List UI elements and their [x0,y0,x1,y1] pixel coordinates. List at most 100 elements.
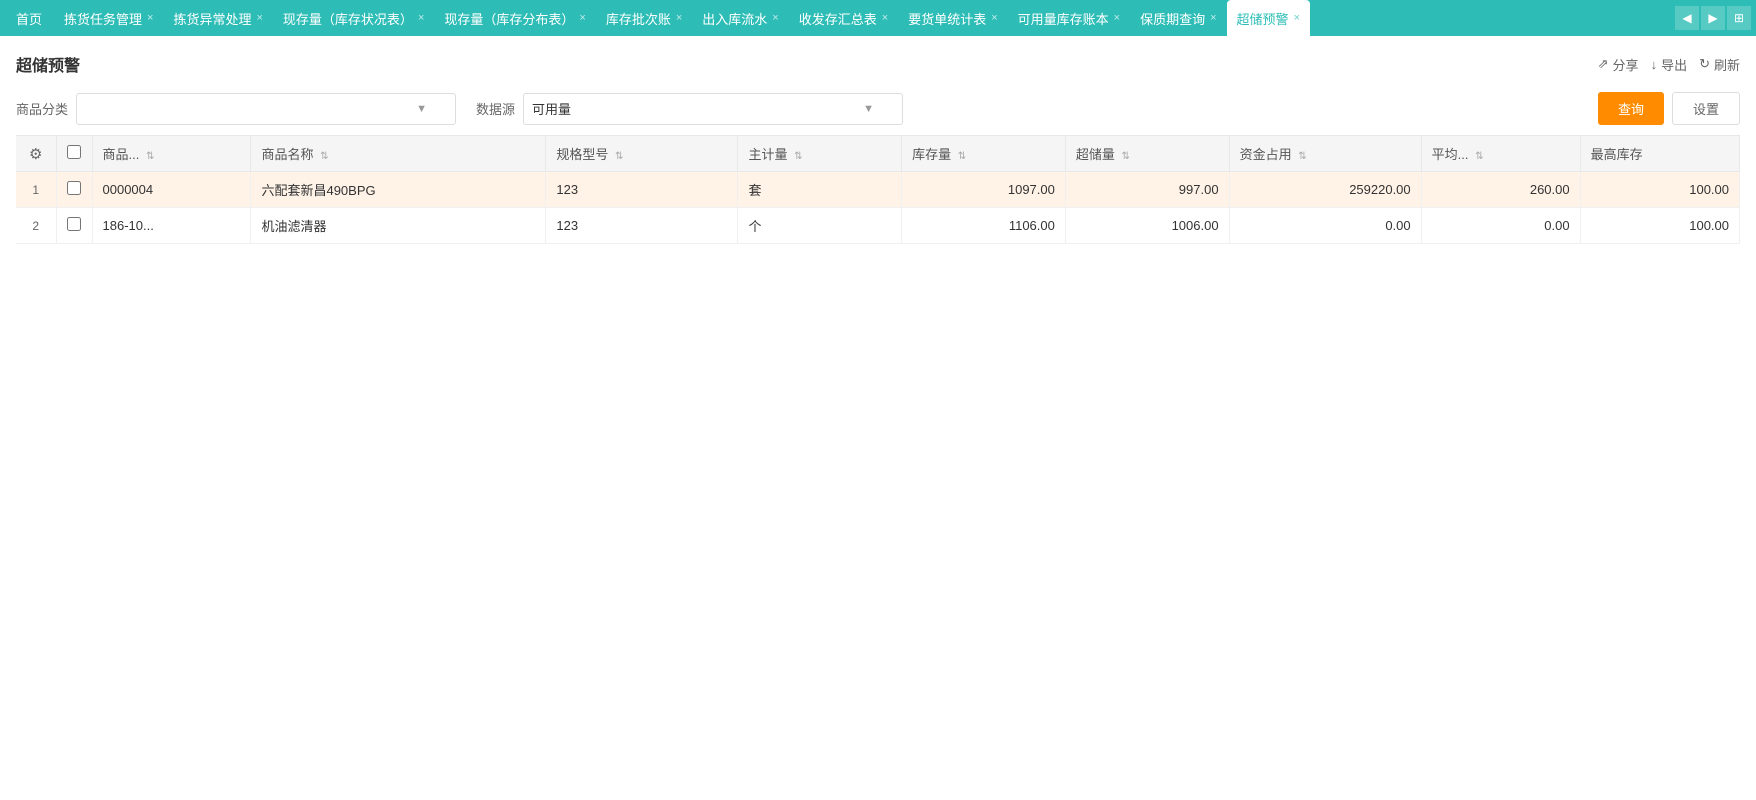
nav-item-home[interactable]: 首页 [4,0,54,36]
th-checkbox[interactable] [56,136,92,172]
nav-close-order-stat[interactable]: × [991,12,997,24]
export-button[interactable]: ↓ 导出 [1651,55,1688,74]
th-avg[interactable]: 平均... ⇅ [1421,136,1580,172]
nav-label: 可用量库存账本 [1018,9,1109,28]
nav-item-shelf-life[interactable]: 保质期查询 × [1130,0,1226,36]
nav-close-overstock-warning[interactable]: × [1294,12,1300,24]
nav-item-overstock-warning[interactable]: 超储预警 × [1227,0,1310,36]
sort-icon-capital: ⇅ [1298,151,1306,162]
th-unit[interactable]: 主计量 ⇅ [738,136,902,172]
share-label: 分享 [1613,55,1639,74]
nav-label: 现存量（库存分布表） [444,9,574,28]
nav-close-batch-account[interactable]: × [676,12,682,24]
th-product-name[interactable]: 商品名称 ⇅ [251,136,546,172]
filter-action-buttons: 查询 设置 [1598,92,1740,125]
share-button[interactable]: ⇗ 分享 [1598,55,1639,74]
page-header: 超储预警 ⇗ 分享 ↓ 导出 ↻ 刷新 [16,52,1740,76]
nav-label: 现存量（库存状况表） [283,9,413,28]
th-over-qty-label: 超储量 [1076,147,1115,162]
nav-close-pick-exception[interactable]: × [256,12,262,24]
nav-item-pick-task[interactable]: 拣货任务管理 × [54,0,163,36]
nav-expand-button[interactable]: ⊞ [1727,6,1751,30]
nav-item-stock-status[interactable]: 现存量（库存状况表） × [273,0,434,36]
export-icon: ↓ [1651,57,1658,72]
table-row[interactable]: 2 186-10... 机油滤清器 123 个 1106.00 1006.00 … [16,208,1740,244]
nav-item-pick-exception[interactable]: 拣货异常处理 × [163,0,272,36]
th-over-qty[interactable]: 超储量 ⇅ [1065,136,1229,172]
nav-close-pick-task[interactable]: × [147,12,153,24]
select-all-checkbox[interactable] [67,145,81,159]
nav-close-recv-send[interactable]: × [882,12,888,24]
row-checkbox[interactable] [67,181,81,195]
th-product-code-label: 商品... [103,147,140,162]
cell-over-qty: 1006.00 [1065,208,1229,244]
cell-max-stock: 100.00 [1580,208,1739,244]
cell-stock-qty: 1106.00 [902,208,1066,244]
top-navigation: 首页 拣货任务管理 × 拣货异常处理 × 现存量（库存状况表） × 现存量（库存… [0,0,1756,36]
nav-item-recv-send[interactable]: 收发存汇总表 × [789,0,898,36]
cell-product-name: 六配套新昌490BPG [251,172,546,208]
th-stock-qty[interactable]: 库存量 ⇅ [902,136,1066,172]
cell-spec: 123 [546,172,738,208]
nav-close-shelf-life[interactable]: × [1210,12,1216,24]
header-actions: ⇗ 分享 ↓ 导出 ↻ 刷新 [1598,55,1740,74]
nav-label: 库存批次账 [606,9,671,28]
nav-label: 出入库流水 [702,9,767,28]
nav-item-inout-flow[interactable]: 出入库流水 × [692,0,788,36]
nav-close-stock-status[interactable]: × [418,12,424,24]
nav-item-stock-dist[interactable]: 现存量（库存分布表） × [434,0,595,36]
cell-checkbox[interactable] [56,208,92,244]
refresh-button[interactable]: ↻ 刷新 [1699,55,1740,74]
nav-item-order-stat[interactable]: 要货单统计表 × [898,0,1007,36]
th-product-name-label: 商品名称 [261,147,313,162]
cell-spec: 123 [546,208,738,244]
th-capital-occupied[interactable]: 资金占用 ⇅ [1229,136,1421,172]
cell-avg: 260.00 [1421,172,1580,208]
table-row[interactable]: 1 0000004 六配套新昌490BPG 123 套 1097.00 997.… [16,172,1740,208]
nav-item-batch-account[interactable]: 库存批次账 × [596,0,692,36]
cell-over-qty: 997.00 [1065,172,1229,208]
nav-next-button[interactable]: ▶ [1701,6,1725,30]
table-body: 1 0000004 六配套新昌490BPG 123 套 1097.00 997.… [16,172,1740,244]
cell-avg: 0.00 [1421,208,1580,244]
export-label: 导出 [1661,55,1687,74]
gear-icon[interactable]: ⚙ [29,146,42,163]
page-title: 超储预警 [16,52,80,76]
nav-close-inout-flow[interactable]: × [772,12,778,24]
th-settings[interactable]: ⚙ [16,136,56,172]
settings-button[interactable]: 设置 [1672,92,1740,125]
nav-label: 保质期查询 [1140,9,1205,28]
cell-unit: 个 [738,208,902,244]
cell-product-code: 0000004 [92,172,251,208]
chevron-down-icon-2: ▼ [863,103,874,115]
cell-capital-occupied: 0.00 [1229,208,1421,244]
refresh-icon: ↻ [1699,56,1710,72]
th-avg-label: 平均... [1432,147,1469,162]
category-select[interactable]: ▼ [76,93,456,125]
nav-prev-button[interactable]: ◀ [1675,6,1699,30]
cell-stock-qty: 1097.00 [902,172,1066,208]
nav-close-stock-dist[interactable]: × [579,12,585,24]
refresh-label: 刷新 [1714,55,1740,74]
th-spec[interactable]: 规格型号 ⇅ [546,136,738,172]
th-capital-occupied-label: 资金占用 [1240,147,1292,162]
th-max-stock[interactable]: 最高库存 [1580,136,1739,172]
row-checkbox[interactable] [67,217,81,231]
nav-label: 收发存汇总表 [799,9,877,28]
th-stock-qty-label: 库存量 [912,147,951,162]
cell-product-name: 机油滤清器 [251,208,546,244]
th-product-code[interactable]: 商品... ⇅ [92,136,251,172]
category-filter: 商品分类 ▼ [16,93,456,125]
datasource-select[interactable]: 可用量 ▼ [523,93,903,125]
datasource-select-value: 可用量 [532,99,571,118]
datasource-filter-label: 数据源 [476,99,515,118]
datasource-filter: 数据源 可用量 ▼ [476,93,903,125]
nav-home-label: 首页 [16,9,42,28]
cell-unit: 套 [738,172,902,208]
cell-checkbox[interactable] [56,172,92,208]
query-button[interactable]: 查询 [1598,92,1664,125]
nav-label: 超储预警 [1237,9,1289,28]
chevron-down-icon: ▼ [416,103,427,115]
nav-close-available-stock[interactable]: × [1114,12,1120,24]
nav-item-available-stock[interactable]: 可用量库存账本 × [1008,0,1130,36]
